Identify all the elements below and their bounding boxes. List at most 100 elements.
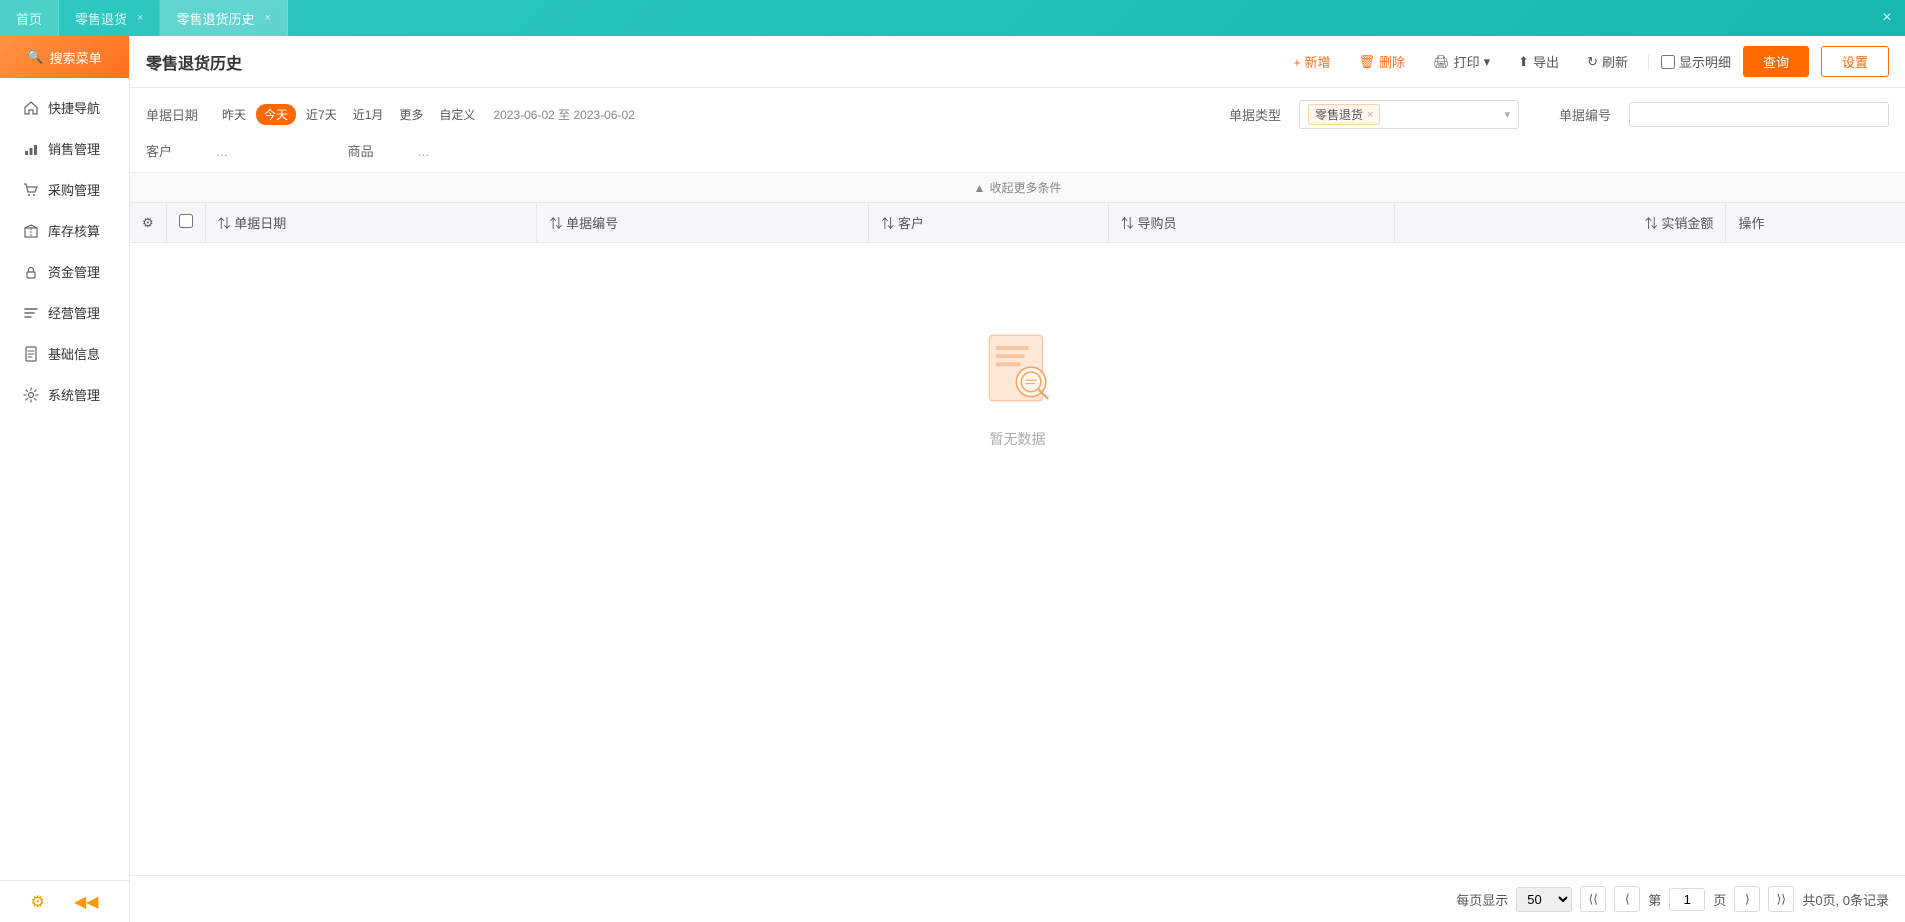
page-number-input[interactable] [1669,888,1705,911]
sidebar-item-operations[interactable]: 经营管理 [6,293,123,332]
refresh-icon: ↻ [1587,54,1598,70]
tab-home[interactable]: 首页 [0,0,59,36]
sidebar-item-quick-nav-label: 快捷导航 [48,98,100,117]
page-next-button[interactable]: ⟩ [1734,886,1760,912]
page-size-select[interactable]: 50 100 200 [1516,887,1572,912]
new-button[interactable]: + 新增 [1285,48,1338,75]
audio-footer-icon[interactable]: ◀◀ [74,892,99,912]
display-detail-toggle[interactable]: 显示明细 [1661,52,1731,71]
th-gear[interactable]: ⚙ [130,203,166,243]
refresh-button-label: 刷新 [1602,52,1628,71]
customer-filter-input[interactable]: ... [216,143,228,159]
sidebar-item-inventory[interactable]: 库存核算 [6,211,123,250]
gear-icon [22,386,40,404]
customer-filter-label: 客户 [146,141,216,160]
print-button-label: 打印 [1454,52,1480,71]
page-prev-button[interactable]: ⟨ [1614,886,1640,912]
display-detail-label: 显示明细 [1679,52,1731,71]
doc-icon [22,345,40,363]
sidebar-item-quick-nav[interactable]: 快捷导航 [6,88,123,127]
print-button[interactable]: 🖨 打印 ▾ [1425,48,1498,75]
th-guide[interactable]: ⇅ 导购员 [1108,203,1394,243]
collapse-up-icon: ▲ [974,181,986,195]
select-all-checkbox[interactable] [179,214,193,228]
tab-home-label: 首页 [16,9,42,28]
sidebar-item-purchase-label: 采购管理 [48,180,100,199]
date-btn-today[interactable]: 今天 [256,104,296,125]
type-select-arrow-icon: ▾ [1504,108,1510,121]
sidebar-item-purchase[interactable]: 采购管理 [6,170,123,209]
delete-icon: 🗑 [1359,54,1376,70]
collapse-label: 收起更多条件 [989,179,1061,196]
sidebar-search[interactable]: 🔍 搜索菜单 [0,36,129,78]
th-number-label: ⇅ 单据编号 [549,213,618,232]
delete-button-label: 删除 [1379,52,1405,71]
pagination-summary: 共0页, 0条记录 [1802,890,1889,909]
chart-icon [22,140,40,158]
tab-retail-return-history-close[interactable]: × [264,12,270,24]
delete-button[interactable]: 🗑 删除 [1351,48,1414,75]
sidebar-item-system-label: 系统管理 [48,385,100,404]
tab-retail-return-close[interactable]: × [137,12,143,24]
date-btn-custom[interactable]: 自定义 [433,104,481,125]
top-bar: 首页 零售退货 × 零售退货历史 × × [0,0,1905,36]
date-filter-buttons: 昨天 今天 近7天 近1月 更多 自定义 2023-06-02 至 2023-0… [216,104,1189,125]
table-gear-icon[interactable]: ⚙ [142,215,154,230]
number-filter-input[interactable] [1629,102,1889,127]
sidebar-footer: ⚙ ◀◀ [0,880,129,922]
date-btn-1month[interactable]: 近1月 [347,104,390,125]
sidebar-item-base-info[interactable]: 基础信息 [6,334,123,373]
tab-list: 首页 零售退货 × 零售退货历史 × [0,0,1869,36]
type-tag-close[interactable]: × [1367,109,1373,121]
export-button[interactable]: ⬆ 导出 [1510,48,1567,75]
type-tag-label: 零售退货 [1315,106,1363,123]
content-area: 零售退货历史 + 新增 🗑 删除 🖨 打印 ▾ ⬆ 导出 [130,36,1905,922]
data-table: ⚙ ⇅ 单据日期 ⇅ 单据编号 [130,203,1905,529]
collapse-filters-button[interactable]: ▲ 收起更多条件 [130,172,1905,202]
th-check[interactable] [166,203,205,243]
goods-filter-label: 商品 [348,141,418,160]
sidebar-item-system[interactable]: 系统管理 [6,375,123,414]
sidebar-item-operations-label: 经营管理 [48,303,100,322]
number-filter-label: 单据编号 [1559,105,1629,124]
page-title: 零售退货历史 [146,50,242,74]
goods-filter-input[interactable]: ... [418,143,430,159]
empty-state-row: 暂无数据 [130,243,1905,530]
date-range-text: 2023-06-02 至 2023-06-02 [493,106,634,123]
th-number[interactable]: ⇅ 单据编号 [537,203,869,243]
th-amount[interactable]: ⇅ 实销金额 [1394,203,1726,243]
tab-retail-return-history[interactable]: 零售退货历史 × [160,0,287,36]
type-filter-select[interactable]: 零售退货 × ▾ [1299,100,1519,129]
bar-icon [22,304,40,322]
tab-retail-return[interactable]: 零售退货 × [59,0,160,36]
date-btn-yesterday[interactable]: 昨天 [216,104,252,125]
lock-icon [22,263,40,281]
pagination-area: 每页显示 50 100 200 ⟨⟨ ⟨ 第 页 ⟩ ⟩⟩ 共0页, 0条记录 [130,875,1905,922]
page-header: 零售退货历史 + 新增 🗑 删除 🖨 打印 ▾ ⬆ 导出 [130,36,1905,88]
sidebar-search-label: 搜索菜单 [50,48,102,67]
refresh-button[interactable]: ↻ 刷新 [1579,48,1636,75]
page-last-button[interactable]: ⟩⟩ [1768,886,1794,912]
settings-button[interactable]: 设置 [1821,46,1889,77]
cart-icon [22,181,40,199]
tab-retail-return-history-label: 零售退货历史 [176,9,254,28]
page-first-button[interactable]: ⟨⟨ [1580,886,1606,912]
date-btn-more[interactable]: 更多 [393,104,429,125]
type-tag[interactable]: 零售退货 × [1308,104,1380,125]
display-detail-checkbox[interactable] [1661,55,1675,69]
query-button[interactable]: 查询 [1743,46,1809,77]
date-btn-7days[interactable]: 近7天 [300,104,343,125]
page-label-post: 页 [1713,890,1726,909]
type-filter-label: 单据类型 [1229,105,1299,124]
sidebar-item-finance[interactable]: 资金管理 [6,252,123,291]
window-close-button[interactable]: × [1869,0,1905,36]
table-body: 暂无数据 [130,243,1905,530]
settings-footer-icon[interactable]: ⚙ [31,892,45,912]
tab-retail-return-label: 零售退货 [75,9,127,28]
print-icon: 🖨 [1433,54,1450,70]
th-customer[interactable]: ⇅ 客户 [869,203,1109,243]
sidebar-item-sales[interactable]: 销售管理 [6,129,123,168]
new-button-label: + 新增 [1293,52,1330,71]
th-guide-label: ⇅ 导购员 [1121,213,1177,232]
th-date[interactable]: ⇅ 单据日期 [205,203,537,243]
